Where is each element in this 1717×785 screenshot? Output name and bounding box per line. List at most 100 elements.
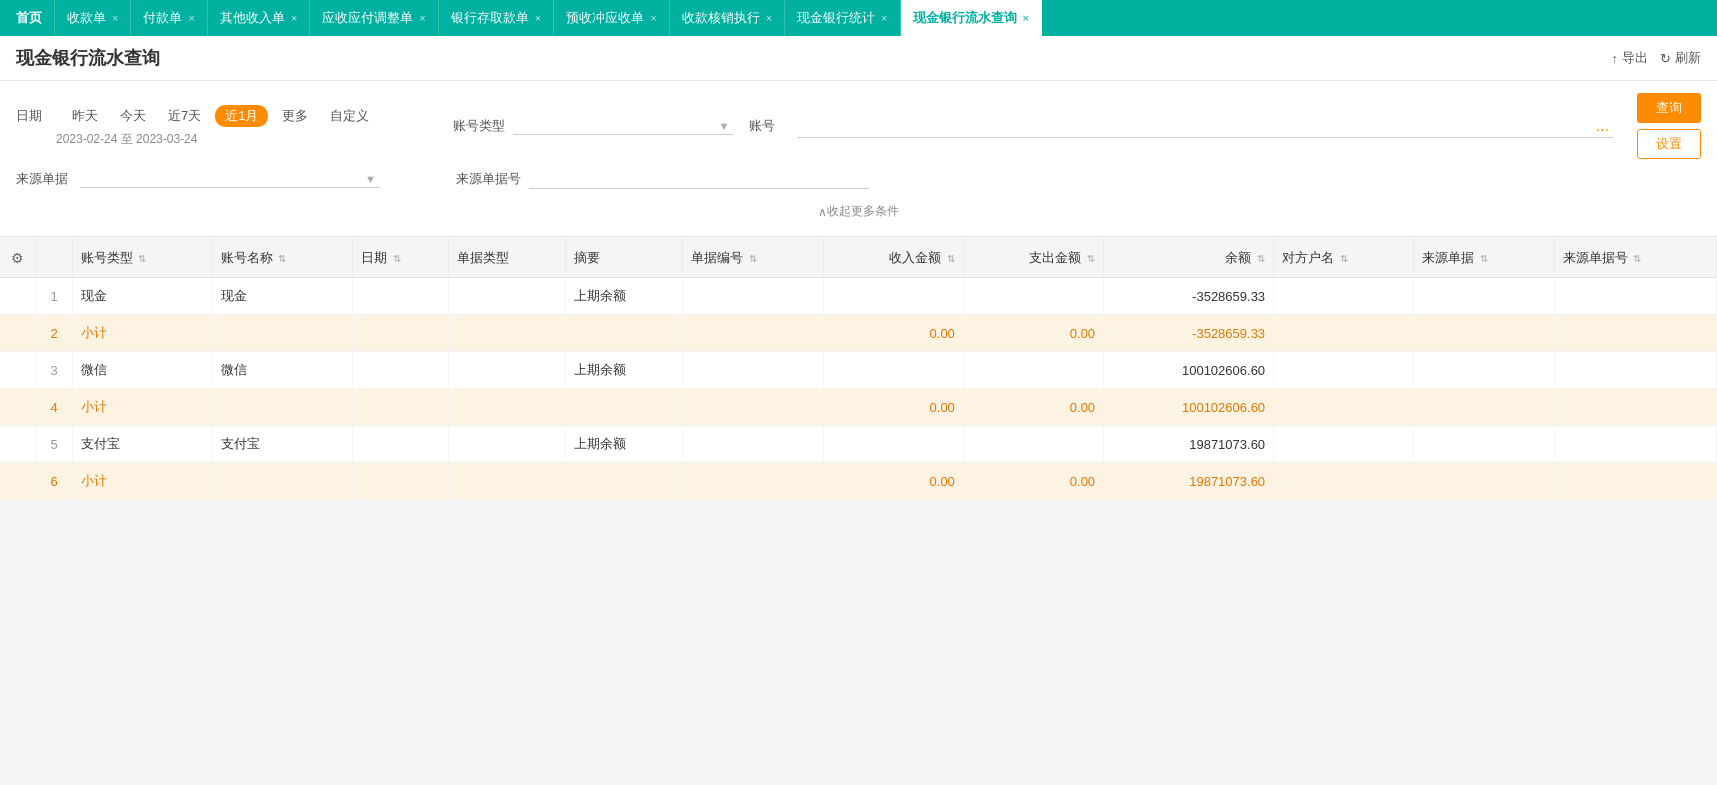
- th-source-doc-no[interactable]: 来源单据号 ⇅: [1554, 239, 1716, 278]
- account-input[interactable]: [801, 116, 1595, 135]
- nav-tab-label-4: 银行存取款单: [451, 9, 529, 27]
- table-container: ⚙ 账号类型 ⇅ 账号名称 ⇅ 日期 ⇅ 单据类型: [0, 239, 1717, 500]
- date-opt-custom[interactable]: 自定义: [322, 105, 377, 127]
- account-label: 账号: [749, 117, 789, 135]
- nav-tab-2[interactable]: 其他收入单 ×: [208, 0, 310, 36]
- td-source-doc: [1414, 315, 1554, 352]
- th-balance-sort: ⇅: [1257, 253, 1265, 264]
- page-title: 现金银行流水查询: [16, 46, 160, 70]
- settings-button[interactable]: 设置: [1637, 129, 1701, 159]
- table-header-row: ⚙ 账号类型 ⇅ 账号名称 ⇅ 日期 ⇅ 单据类型: [0, 239, 1717, 278]
- refresh-label: 刷新: [1675, 49, 1701, 67]
- th-balance[interactable]: 余额 ⇅: [1104, 239, 1274, 278]
- th-date[interactable]: 日期 ⇅: [353, 239, 449, 278]
- td-balance: 100102606.60: [1104, 389, 1274, 426]
- td-doc-type: [449, 352, 566, 389]
- date-label: 日期: [16, 107, 56, 125]
- td-expense: 0.00: [963, 463, 1103, 500]
- nav-tab-close-7[interactable]: ×: [881, 12, 887, 24]
- td-date: [353, 463, 449, 500]
- nav-tab-close-4[interactable]: ×: [535, 12, 541, 24]
- collapse-bar[interactable]: ∧ 收起更多条件: [16, 199, 1701, 228]
- td-income: 0.00: [823, 389, 963, 426]
- td-doc-no: [683, 426, 823, 463]
- td-date: [353, 352, 449, 389]
- td-summary: [566, 315, 683, 352]
- nav-home[interactable]: 首页: [4, 0, 55, 36]
- td-counterpart: [1274, 352, 1414, 389]
- date-filter-row: 日期 昨天 今天 近7天 近1月 更多 自定义: [16, 105, 377, 127]
- nav-tab-0[interactable]: 收款单 ×: [55, 0, 131, 36]
- date-opt-yesterday[interactable]: 昨天: [64, 105, 106, 127]
- nav-tab-8[interactable]: 现金银行流水查询 ×: [901, 0, 1042, 36]
- td-summary: [566, 389, 683, 426]
- table-body: 1现金现金上期余额-3528659.332小计0.000.00-3528659.…: [0, 278, 1717, 500]
- th-settings[interactable]: ⚙: [0, 239, 36, 278]
- td-doc-no: [683, 352, 823, 389]
- source-doc-no-group: 来源单据号: [456, 169, 869, 189]
- td-source-doc: [1414, 278, 1554, 315]
- td-expense: [963, 426, 1103, 463]
- nav-tab-close-0[interactable]: ×: [112, 12, 118, 24]
- nav-tab-close-6[interactable]: ×: [766, 12, 772, 24]
- query-button[interactable]: 查询: [1637, 93, 1701, 123]
- refresh-button[interactable]: ↻ 刷新: [1660, 49, 1701, 67]
- nav-tab-label-2: 其他收入单: [220, 9, 285, 27]
- nav-tab-5[interactable]: 预收冲应收单 ×: [554, 0, 669, 36]
- nav-tab-label-8: 现金银行流水查询: [913, 9, 1017, 27]
- date-opt-7days[interactable]: 近7天: [160, 105, 209, 127]
- data-table: ⚙ 账号类型 ⇅ 账号名称 ⇅ 日期 ⇅ 单据类型: [0, 239, 1717, 500]
- source-doc-chevron: ▼: [365, 173, 376, 185]
- th-doc-no-sort: ⇅: [749, 253, 757, 264]
- nav-tab-1[interactable]: 付款单 ×: [131, 0, 207, 36]
- date-opt-more[interactable]: 更多: [274, 105, 316, 127]
- th-counterpart[interactable]: 对方户名 ⇅: [1274, 239, 1414, 278]
- account-no-group: 账号 ...: [749, 114, 1613, 138]
- nav-tab-7[interactable]: 现金银行统计 ×: [785, 0, 900, 36]
- td-summary: 上期余额: [566, 278, 683, 315]
- td-source-doc-no: [1554, 278, 1716, 315]
- th-account-type-label: 账号类型: [81, 250, 133, 265]
- th-account-type[interactable]: 账号类型 ⇅: [72, 239, 212, 278]
- account-more-icon[interactable]: ...: [1596, 117, 1609, 135]
- td-income: [823, 352, 963, 389]
- table-settings-icon[interactable]: ⚙: [11, 250, 24, 266]
- export-button[interactable]: ↑ 导出: [1612, 49, 1649, 67]
- date-filter-group: 日期 昨天 今天 近7天 近1月 更多 自定义 2023-02-24 至 202…: [16, 105, 377, 148]
- th-date-label: 日期: [361, 250, 387, 265]
- td-account-name: [212, 315, 352, 352]
- nav-tab-close-2[interactable]: ×: [291, 12, 297, 24]
- th-doc-no[interactable]: 单据编号 ⇅: [683, 239, 823, 278]
- account-type-select[interactable]: ▼: [513, 118, 733, 135]
- export-icon: ↑: [1612, 51, 1619, 66]
- nav-tab-close-1[interactable]: ×: [188, 12, 194, 24]
- nav-tab-4[interactable]: 银行存取款单 ×: [439, 0, 554, 36]
- td-num: 2: [36, 315, 72, 352]
- nav-tab-label-1: 付款单: [143, 9, 182, 27]
- source-doc-select[interactable]: ▼: [80, 171, 380, 188]
- nav-tab-close-5[interactable]: ×: [650, 12, 656, 24]
- nav-tab-6[interactable]: 收款核销执行 ×: [670, 0, 785, 36]
- th-income[interactable]: 收入金额 ⇅: [823, 239, 963, 278]
- th-source-doc[interactable]: 来源单据 ⇅: [1414, 239, 1554, 278]
- nav-tab-close-3[interactable]: ×: [419, 12, 425, 24]
- th-expense[interactable]: 支出金额 ⇅: [963, 239, 1103, 278]
- date-opt-1month[interactable]: 近1月: [215, 105, 268, 127]
- nav-tab-close-8[interactable]: ×: [1023, 12, 1029, 24]
- date-opt-today[interactable]: 今天: [112, 105, 154, 127]
- td-balance: -3528659.33: [1104, 278, 1274, 315]
- header-actions: ↑ 导出 ↻ 刷新: [1612, 49, 1702, 67]
- td-account-type: 小计: [72, 389, 212, 426]
- td-account-type: 支付宝: [72, 426, 212, 463]
- th-account-name[interactable]: 账号名称 ⇅: [212, 239, 352, 278]
- td-source-doc-no: [1554, 389, 1716, 426]
- collapse-icon: ∧: [818, 205, 827, 219]
- nav-tab-3[interactable]: 应收应付调整单 ×: [310, 0, 438, 36]
- nav-tab-label-6: 收款核销执行: [682, 9, 760, 27]
- th-source-doc-no-sort: ⇅: [1633, 253, 1641, 264]
- table-row: 4小计0.000.00100102606.60: [0, 389, 1717, 426]
- th-num: [36, 239, 72, 278]
- source-doc-no-label: 来源单据号: [456, 170, 521, 188]
- th-counterpart-sort: ⇅: [1340, 253, 1348, 264]
- source-doc-no-input[interactable]: [529, 169, 869, 189]
